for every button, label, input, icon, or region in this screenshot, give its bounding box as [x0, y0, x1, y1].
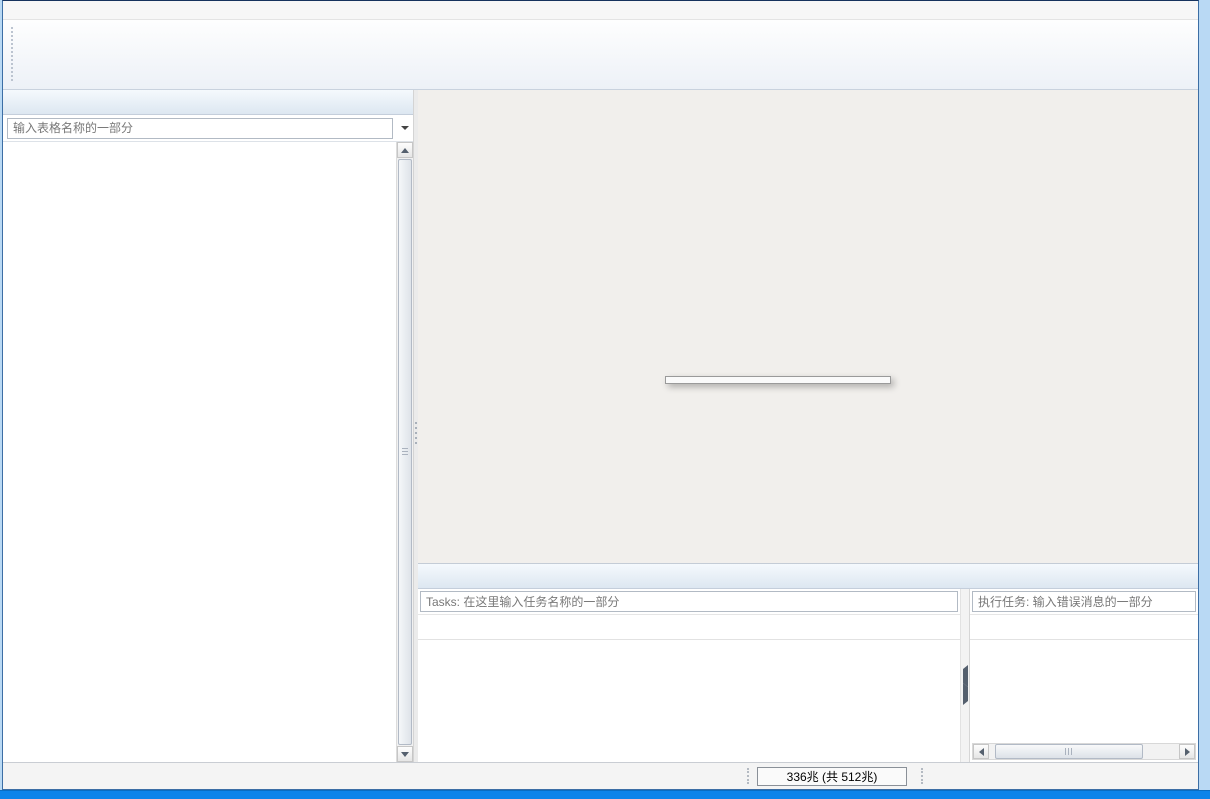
- navigator-header: [3, 90, 413, 115]
- heap-indicator[interactable]: 336兆 (共 512兆): [757, 766, 907, 786]
- menubar: [3, 1, 1198, 20]
- heap-status: 336兆 (共 512兆): [747, 766, 924, 786]
- tasks-filter-row: [418, 589, 960, 615]
- task-runs-table-header: [970, 615, 1198, 640]
- scroll-right-icon[interactable]: [1179, 744, 1195, 759]
- toolbar-grip[interactable]: [11, 27, 17, 81]
- database-navigator-panel: [3, 90, 413, 762]
- horizontal-scrollbar[interactable]: [972, 743, 1196, 760]
- tasks-split-sash[interactable]: [960, 589, 970, 762]
- tasks-panel: [418, 564, 1198, 762]
- scroll-left-icon[interactable]: [973, 744, 989, 759]
- app-window: 336兆 (共 512兆): [0, 0, 1210, 799]
- scrollbar-thumb[interactable]: [398, 159, 412, 745]
- navigator-filter-row: [3, 115, 413, 142]
- task-runs-filter-input[interactable]: [972, 591, 1196, 612]
- task-runs-section: [970, 589, 1198, 762]
- navigator-filter-input[interactable]: [7, 117, 393, 139]
- task-runs-filter-row: [970, 589, 1198, 615]
- hscrollbar-thumb[interactable]: [995, 744, 1143, 759]
- statusbar: 336兆 (共 512兆): [3, 762, 1198, 789]
- workbench: [3, 90, 1198, 762]
- editor-column: [418, 90, 1198, 762]
- tasks-table-header: [418, 615, 960, 640]
- tree-scrollbar[interactable]: [396, 142, 413, 762]
- scroll-up-icon[interactable]: [397, 142, 413, 158]
- editor-area: [418, 90, 1198, 564]
- status-grip: [747, 768, 750, 784]
- main-window: 336兆 (共 512兆): [2, 0, 1199, 790]
- heap-usage-text: 336兆 (共 512兆): [786, 769, 878, 784]
- main-toolbar: [3, 20, 1198, 90]
- tasks-table-section: [418, 589, 960, 762]
- navigator-tree: [3, 142, 413, 762]
- status-grip: [921, 768, 924, 784]
- tasks-panel-body: [418, 589, 1198, 762]
- task-context-menu: [665, 376, 891, 384]
- collapse-right-icon[interactable]: [963, 683, 968, 705]
- tasks-table-rows: [418, 640, 960, 762]
- scroll-down-icon[interactable]: [397, 746, 413, 762]
- window-border-bottom: [0, 790, 1210, 799]
- tasks-panel-header: [418, 564, 1198, 589]
- tasks-filter-input[interactable]: [420, 591, 958, 612]
- filter-dropdown-caret[interactable]: [401, 126, 409, 130]
